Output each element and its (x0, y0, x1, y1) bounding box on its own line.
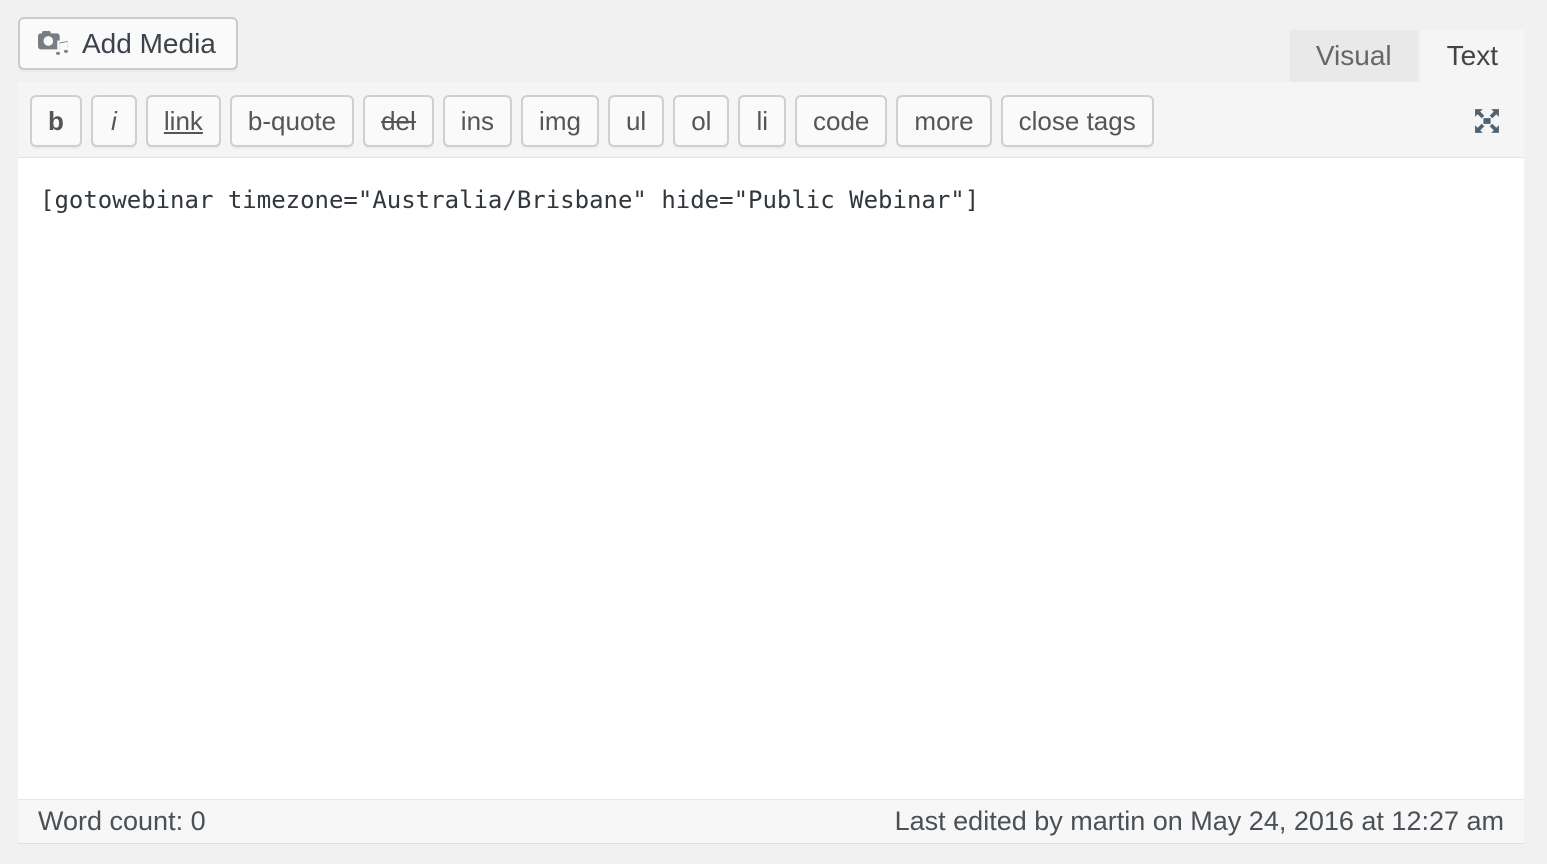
more-button[interactable]: more (896, 95, 992, 147)
quicktags-toolbar: b i link b-quote del ins img ul ol li co… (18, 82, 1524, 158)
tab-text[interactable]: Text (1420, 30, 1524, 82)
ul-button[interactable]: ul (607, 95, 665, 147)
editor-mode-tabs: Visual Text (1289, 30, 1524, 82)
word-count-label: Word count: (38, 806, 184, 836)
add-media-button[interactable]: Add Media (18, 17, 238, 70)
camera-music-note-icon (36, 29, 70, 59)
li-button[interactable]: li (738, 95, 787, 147)
word-count-value: 0 (190, 806, 206, 836)
img-button[interactable]: img (521, 95, 599, 147)
post-content-textarea[interactable]: [gotowebinar timezone="Australia/Brisban… (18, 158, 1524, 799)
editor-container: b i link b-quote del ins img ul ol li co… (18, 82, 1524, 844)
code-button[interactable]: code (795, 95, 888, 147)
italic-button[interactable]: i (90, 95, 137, 147)
add-media-label: Add Media (82, 27, 216, 59)
last-edited-text: Last edited by martin on May 24, 2016 at… (894, 806, 1504, 836)
editor-status-bar: Word count: 0 Last edited by martin on M… (18, 799, 1524, 844)
bold-button[interactable]: b (30, 95, 82, 147)
tab-text-label: Text (1446, 40, 1498, 71)
tab-visual-label: Visual (1315, 40, 1392, 71)
tab-visual[interactable]: Visual (1289, 30, 1418, 82)
word-count: Word count: 0 (38, 806, 206, 837)
del-button[interactable]: del (363, 95, 434, 147)
ol-button[interactable]: ol (673, 95, 730, 147)
ins-button[interactable]: ins (442, 95, 513, 147)
close-tags-button[interactable]: close tags (1000, 95, 1154, 147)
editor-header: Add Media Visual Text (18, 17, 1524, 82)
link-button[interactable]: link (145, 95, 221, 147)
fullscreen-expand-icon (1470, 104, 1504, 138)
post-editor: Add Media Visual Text b i link b-quote d… (18, 17, 1524, 844)
blockquote-button[interactable]: b-quote (229, 95, 355, 147)
fullscreen-button[interactable] (1470, 104, 1504, 138)
